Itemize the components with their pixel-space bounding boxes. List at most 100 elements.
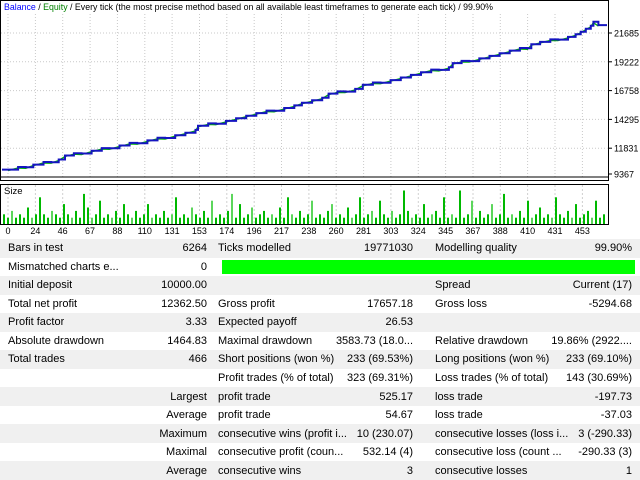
x-axis-label: 367 (465, 226, 481, 236)
x-axis-label: 24 (30, 226, 41, 236)
balance-legend-label: Balance (4, 2, 36, 12)
stat-label: consecutive losses (loss i... (435, 427, 569, 440)
x-axis-label: 431 (547, 226, 563, 236)
stat-value: 233 (69.10%) (565, 353, 632, 366)
stat-value: Current (17) (572, 279, 632, 292)
stat-value: Maximum (159, 427, 207, 440)
stat-value: 525.17 (379, 390, 413, 403)
stat-value: 10000.00 (161, 279, 207, 292)
stat-label: consecutive wins (profit i... (218, 427, 347, 440)
modelling-quality-bar (222, 259, 635, 275)
x-axis-label: 345 (438, 226, 454, 236)
y-axis-label: 19222 (614, 57, 639, 67)
x-axis-label: 110 (137, 226, 152, 236)
stat-value: 54.67 (385, 409, 413, 422)
table-row: Profit trades (% of total) 323 (69.31%) Lo… (0, 368, 640, 388)
x-axis-label: 453 (574, 226, 590, 236)
x-axis-label: 281 (356, 226, 372, 236)
stat-value: 0 (200, 260, 207, 273)
x-axis-labels: 0 24 46 67 88 110 131 153 174 196 217 238 260 281 303 3… (0, 226, 640, 239)
stat-label: profit trade (218, 390, 271, 403)
x-axis-label: 388 (492, 226, 508, 236)
results-table: Bars in test 6264 Ticks modelled 19771030 Mo… (0, 239, 640, 480)
stat-label: Expected payoff (218, 316, 297, 329)
stat-label: consecutive wins (218, 464, 302, 477)
stat-value: -290.33 (3) (578, 446, 632, 459)
balance-equity-chart[interactable]: 21685 19222 16758 14295 11831 9367 (0, 0, 640, 182)
stat-value: 3583.73 (18.0... (335, 334, 413, 347)
x-axis-label: 217 (273, 226, 290, 236)
table-row: Mismatched charts e... 0 (0, 257, 640, 277)
stat-value: 19771030 (364, 242, 413, 255)
x-axis-label: 46 (57, 226, 68, 236)
equity-legend-label: Equity (43, 2, 68, 12)
x-axis-label: 196 (246, 226, 262, 236)
stat-value: 466 (188, 353, 207, 366)
table-row: Initial deposit 10000.00 Spread Current (17… (0, 276, 640, 295)
stat-value: 1 (625, 464, 632, 477)
stat-value: 99.90% (594, 242, 632, 255)
x-axis-label: 131 (164, 226, 180, 236)
stat-label: Bars in test (8, 242, 64, 255)
stat-value: 532.14 (4) (362, 446, 413, 459)
x-axis-label: 0 (5, 226, 11, 236)
x-axis-label: 324 (410, 226, 426, 236)
table-row: Absolute drawdown 1464.83 Maximal drawdown… (0, 331, 640, 351)
size-panel-label: Size (4, 186, 23, 197)
stat-label: Spread (435, 279, 471, 292)
stat-label: Relative drawdown (435, 334, 528, 347)
stat-label: Mismatched charts e... (8, 260, 119, 273)
stat-label: Absolute drawdown (8, 334, 105, 347)
x-axis-label: 67 (85, 226, 96, 236)
stat-value: -197.73 (594, 390, 632, 403)
tester-graph-pane[interactable]: 21685 19222 16758 14295 11831 9367 Balance / … (0, 0, 640, 239)
stat-label: consecutive loss (count ... (435, 446, 562, 459)
stat-value: 12362.50 (161, 297, 207, 310)
legend-description: / Every tick (the most precise method ba… (67, 2, 493, 12)
table-row: Average profit trade 54.67 loss trade -37.03 (0, 405, 640, 425)
table-row: Maximal consecutive profit (coun... 532.14… (0, 442, 640, 462)
stat-label: Gross loss (435, 297, 487, 310)
stat-value: 3 (-290.33) (578, 427, 632, 440)
stat-label: Profit factor (8, 316, 65, 329)
x-axis-label: 410 (520, 226, 536, 236)
stat-label: Maximal drawdown (218, 334, 313, 347)
stat-value: 26.53 (385, 316, 413, 329)
stat-value: 323 (69.31%) (346, 371, 413, 384)
table-row: Bars in test 6264 Ticks modelled 19771030 Mo… (0, 239, 640, 258)
stat-label: loss trade (435, 409, 483, 422)
stat-value: 6264 (182, 242, 207, 255)
stat-label: loss trade (435, 390, 483, 403)
chart-legend: Balance / Equity / Every tick (the most … (4, 2, 604, 12)
x-axis-label: 303 (383, 226, 399, 236)
stat-value: Largest (170, 390, 207, 403)
stat-value: 1464.83 (167, 334, 207, 347)
stat-label: Total net profit (8, 297, 78, 310)
stat-value: -37.03 (600, 409, 632, 422)
stat-label: Loss trades (% of total) (435, 371, 549, 384)
stat-label: Short positions (won %) (218, 353, 335, 366)
x-axis-label: 260 (328, 226, 344, 236)
x-axis-label: 238 (301, 226, 317, 236)
table-row: Total trades 466 Short positions (won %) 23… (0, 350, 640, 369)
table-row: Average consecutive wins 3 consecutive loss… (0, 461, 640, 480)
y-axis-label: 9367 (614, 170, 634, 180)
x-axis-label: 153 (191, 226, 207, 236)
trade-size-chart[interactable] (0, 184, 640, 225)
stat-label: Total trades (8, 353, 65, 366)
stat-label: consecutive losses (435, 464, 528, 477)
stat-value: 233 (69.53%) (346, 353, 413, 366)
stat-label: Initial deposit (8, 279, 73, 292)
stat-label: Profit trades (% of total) (218, 371, 334, 384)
stat-label: consecutive profit (coun... (218, 446, 344, 459)
stat-value: -5294.68 (588, 297, 632, 310)
x-axis-label: 174 (219, 226, 235, 236)
y-axis-label: 14295 (614, 115, 639, 125)
stat-value: Average (166, 409, 207, 422)
stat-value: 10 (230.07) (356, 427, 413, 440)
stat-value: 143 (30.69%) (565, 371, 632, 384)
table-row: Total net profit 12362.50 Gross profit 1765… (0, 294, 640, 314)
x-axis-label: 88 (112, 226, 123, 236)
stat-label: Modelling quality (435, 242, 517, 255)
stat-value: Maximal (166, 446, 207, 459)
